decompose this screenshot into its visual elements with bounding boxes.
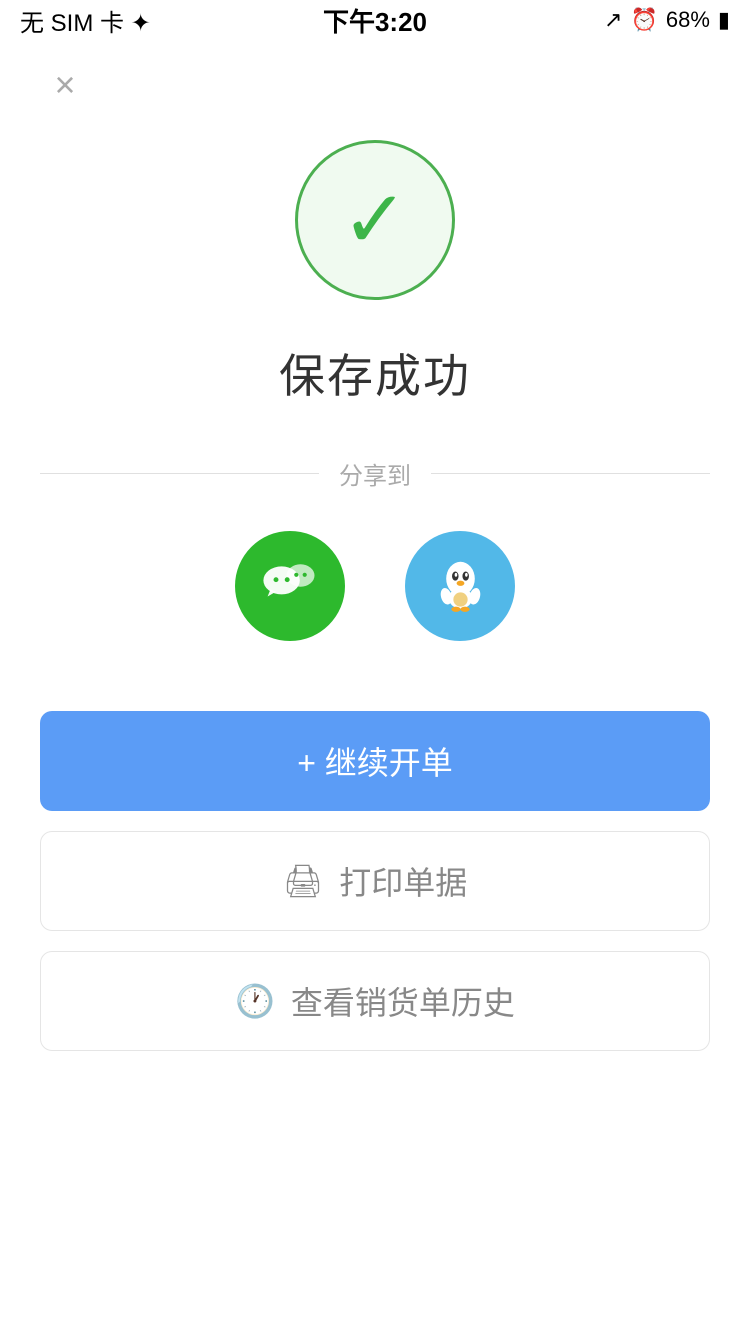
qq-icon [428,554,493,619]
share-divider: 分享到 [40,456,710,491]
status-time: 下午3:20 [323,2,427,39]
alarm-icon: ⏰ [630,7,657,33]
sim-status: 无 SIM 卡 ✦ [20,3,151,38]
divider-right [431,473,710,474]
status-right: ↗ ⏰ 68% ▮ [604,7,730,33]
battery-level: 68% [666,7,710,33]
main-content: × ✓ 保存成功 分享到 [0,40,750,1334]
close-button[interactable]: × [40,60,90,110]
checkmark-icon: ✓ [341,180,408,260]
success-title: 保存成功 [279,340,471,406]
print-button[interactable]: 🖨 打印单据 [40,831,710,931]
history-button[interactable]: 🕐 查看销货单历史 [40,951,710,1051]
history-icon: 🕐 [235,982,275,1020]
battery-icon: ▮ [718,7,730,33]
print-label: 打印单据 [339,858,467,904]
close-icon: × [54,67,75,103]
print-icon: 🖨 [283,862,324,900]
divider-left [40,473,319,474]
success-circle: ✓ [295,140,455,300]
status-left: 无 SIM 卡 ✦ [20,3,151,38]
location-icon: ↗ [604,7,622,33]
share-icons-row [235,531,515,641]
wechat-icon [255,551,325,621]
qq-share-button[interactable] [405,531,515,641]
status-bar: 无 SIM 卡 ✦ 下午3:20 ↗ ⏰ 68% ▮ [0,0,750,40]
share-label: 分享到 [319,456,431,491]
continue-label: + 继续开单 [297,738,453,784]
wechat-share-button[interactable] [235,531,345,641]
action-buttons: + 继续开单 🖨 打印单据 🕐 查看销货单历史 [40,711,710,1051]
history-label: 查看销货单历史 [291,978,515,1024]
continue-button[interactable]: + 继续开单 [40,711,710,811]
